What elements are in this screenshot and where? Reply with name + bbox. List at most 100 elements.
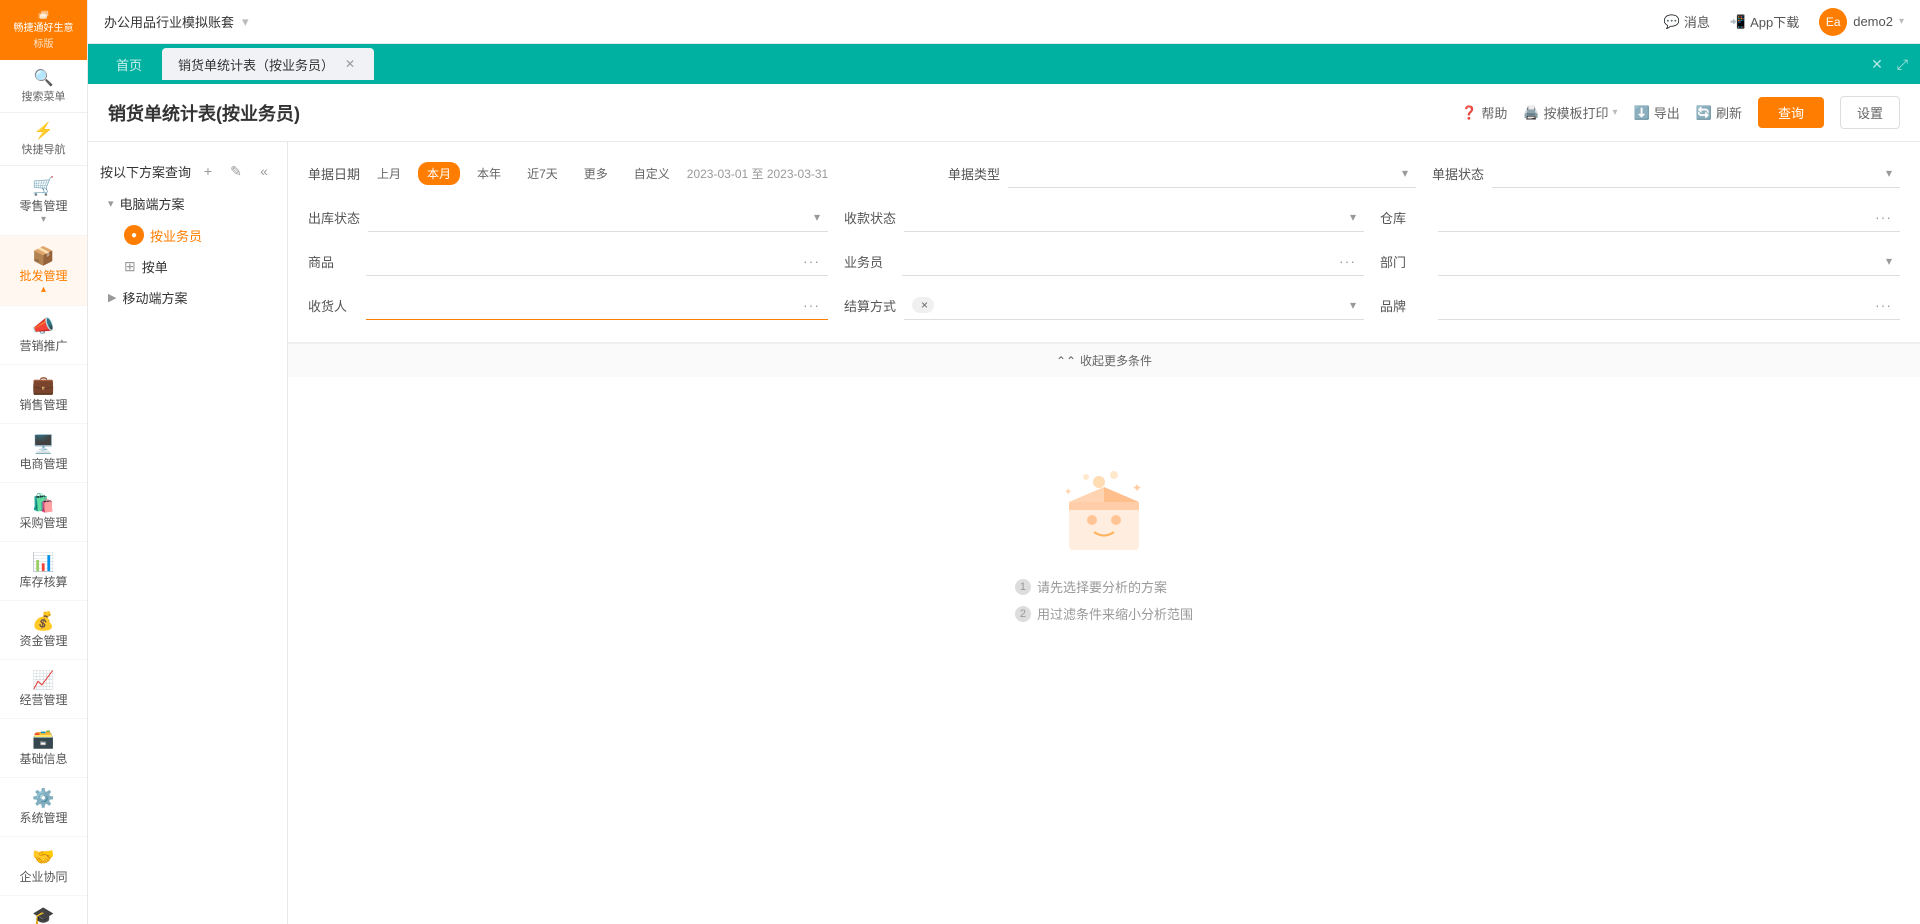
sidebar-item-ecom[interactable]: 🖥️ 电商管理 [0,424,87,483]
filter-payment: 结算方式 × [844,290,1364,320]
tab-home[interactable]: 首页 [100,48,158,80]
dept-control[interactable] [1438,246,1900,276]
sidebar-item-basic[interactable]: 🗃️ 基础信息 [0,719,87,778]
export-label: 导出 [1654,103,1680,122]
sidebar-item-quicknav[interactable]: ⚡ 快捷导航 [0,113,87,166]
filter-collect-status: 收款状态 [844,202,1364,232]
tree-arrow-icon: ▾ [108,197,114,210]
tab-minimize-icon[interactable]: ✕ [1871,56,1883,73]
out-status-control[interactable] [368,202,828,232]
doc-status-control[interactable] [1492,158,1900,188]
receiver-control[interactable] [366,290,828,320]
salesman-control[interactable] [902,246,1364,276]
receiver-label: 收货人 [308,296,358,315]
sidebar-item-finance[interactable]: 💰 资金管理 [0,601,87,660]
finance-label: 资金管理 [19,632,67,649]
by-salesman-label: 按业务员 [150,226,202,245]
sidebar-item-search[interactable]: 🔍 搜索菜单 [0,60,87,113]
user-profile-button[interactable]: Ea demo2 ▾ [1819,8,1904,36]
page-content: 销货单统计表(按业务员) ❓ 帮助 🖨️ 按模板打印 ▾ ⬇️ 导出 🔄 刷 [88,84,1920,924]
user-dropdown-icon: ▾ [1899,16,1904,27]
newbie-icon: 🎓 [32,906,54,924]
sidebar-item-wholesale[interactable]: 📦 批发管理 ▴ [0,236,87,306]
avatar-text: Ea [1826,15,1841,29]
export-button[interactable]: ⬇️ 导出 [1634,103,1680,122]
tab-bar: 首页 销货单统计表（按业务员） ✕ ✕ ⤢ [88,44,1920,84]
sidebar-item-purchase[interactable]: 🛍️ 采购管理 [0,483,87,542]
warehouse-control[interactable] [1438,202,1900,232]
date-btn-last-month[interactable]: 上月 [368,162,410,185]
filter-out-status: 出库状态 [308,202,828,232]
app-logo: 畅捷通好生意 标版 [0,0,88,60]
collapse-label: 收起更多条件 [1080,352,1152,369]
doc-type-control[interactable] [1008,158,1416,188]
date-btn-this-year[interactable]: 本年 [468,162,510,185]
tab-expand-icon[interactable]: ⤢ [1897,56,1908,73]
collect-status-dropdown-icon [1350,209,1356,224]
chevron-up-icon: ▴ [41,284,46,295]
sidebar-item-system[interactable]: ⚙️ 系统管理 [0,778,87,837]
doc-status-label: 单据状态 [1432,164,1484,183]
date-btn-custom[interactable]: 自定义 [625,162,679,185]
add-scheme-button[interactable]: + [197,160,219,182]
empty-state: ✦ ✦ 1 请先选择要分析的方案 2 用过滤条件来缩小分析范围 [288,377,1920,711]
edit-scheme-button[interactable]: ✎ [225,160,247,182]
template-print-button[interactable]: 🖨️ 按模板打印 ▾ [1523,103,1617,122]
payment-control[interactable]: × [904,290,1364,320]
tree-mobile-section[interactable]: ▶ 移动端方案 [88,282,287,313]
filter-row-4: 收货人 结算方式 × [308,290,1900,320]
date-btn-this-month[interactable]: 本月 [418,162,460,185]
top-header: 办公用品行业模拟账套 ▾ 💬 消息 📲 App下载 Ea demo2 ▾ [88,0,1920,44]
sidebar-item-cooperation[interactable]: 🤝 企业协同 [0,837,87,896]
message-button[interactable]: 💬 消息 [1664,12,1710,31]
date-range-text: 2023-03-01 至 2023-03-31 [687,165,828,182]
filter-doc-type: 单据类型 [948,158,1416,188]
tree-item-by-order[interactable]: ⊞ 按单 [88,251,287,282]
app-download-button[interactable]: 📲 App下载 [1730,12,1799,31]
goods-control[interactable] [366,246,828,276]
salesman-more-icon [1339,253,1356,269]
empty-tip-1: 1 请先选择要分析的方案 [1015,577,1193,596]
sidebar-item-sales[interactable]: 💼 销售管理 [0,365,87,424]
retail-label: 零售管理 [19,197,67,214]
system-icon: ⚙️ [32,788,54,809]
tree-item-by-salesman[interactable]: ● 按业务员 [88,219,287,251]
export-icon: ⬇️ [1634,105,1650,121]
tip-num-2: 2 [1015,606,1031,622]
sidebar-item-newbie[interactable]: 🎓 新手引导 [0,896,87,924]
payment-clear-button[interactable]: × [912,297,934,313]
sidebar-item-retail[interactable]: 🛒 零售管理 ▾ [0,166,87,236]
tree-desktop-section[interactable]: ▾ 电脑端方案 [88,188,287,219]
collect-status-control[interactable] [904,202,1364,232]
refresh-button[interactable]: 🔄 刷新 [1696,103,1742,122]
tab-sales-stat[interactable]: 销货单统计表（按业务员） ✕ [162,48,374,80]
sidebar-item-operations[interactable]: 📈 经营管理 [0,660,87,719]
username-label: demo2 [1853,14,1893,29]
settings-button[interactable]: 设置 [1840,96,1900,129]
app-download-label: App下载 [1750,12,1799,31]
date-btn-more[interactable]: 更多 [575,162,617,185]
nav-icon: ⚡ [34,121,54,141]
query-button[interactable]: 查询 [1758,97,1824,128]
sidebar-item-inventory[interactable]: 📊 库存核算 [0,542,87,601]
collapse-filter-button[interactable]: ⌃⌃ 收起更多条件 [288,343,1920,377]
refresh-icon: 🔄 [1696,105,1712,121]
goods-label: 商品 [308,252,358,271]
tip-num-1: 1 [1015,579,1031,595]
date-filter-group: 上月 本月 本年 近7天 更多 自定义 2023-03-01 至 2023-03… [368,162,828,185]
tab-close-button[interactable]: ✕ [342,56,358,72]
edit-icon: ✎ [230,163,242,180]
cooperation-icon: 🤝 [32,847,54,868]
marketing-icon: 📣 [32,316,54,337]
sidebar-item-marketing[interactable]: 📣 营销推广 [0,306,87,365]
collapse-panel-button[interactable]: « [253,160,275,182]
goods-more-icon [803,253,820,269]
brand-control[interactable] [1438,290,1900,320]
system-label: 系统管理 [19,809,67,826]
date-btn-7days[interactable]: 近7天 [518,162,567,185]
help-button[interactable]: ❓ 帮助 [1461,103,1507,122]
quicknav-label: 快捷导航 [22,141,66,157]
operations-icon: 📈 [32,670,54,691]
avatar: Ea [1819,8,1847,36]
tab-bar-actions: ✕ ⤢ [1871,56,1908,73]
